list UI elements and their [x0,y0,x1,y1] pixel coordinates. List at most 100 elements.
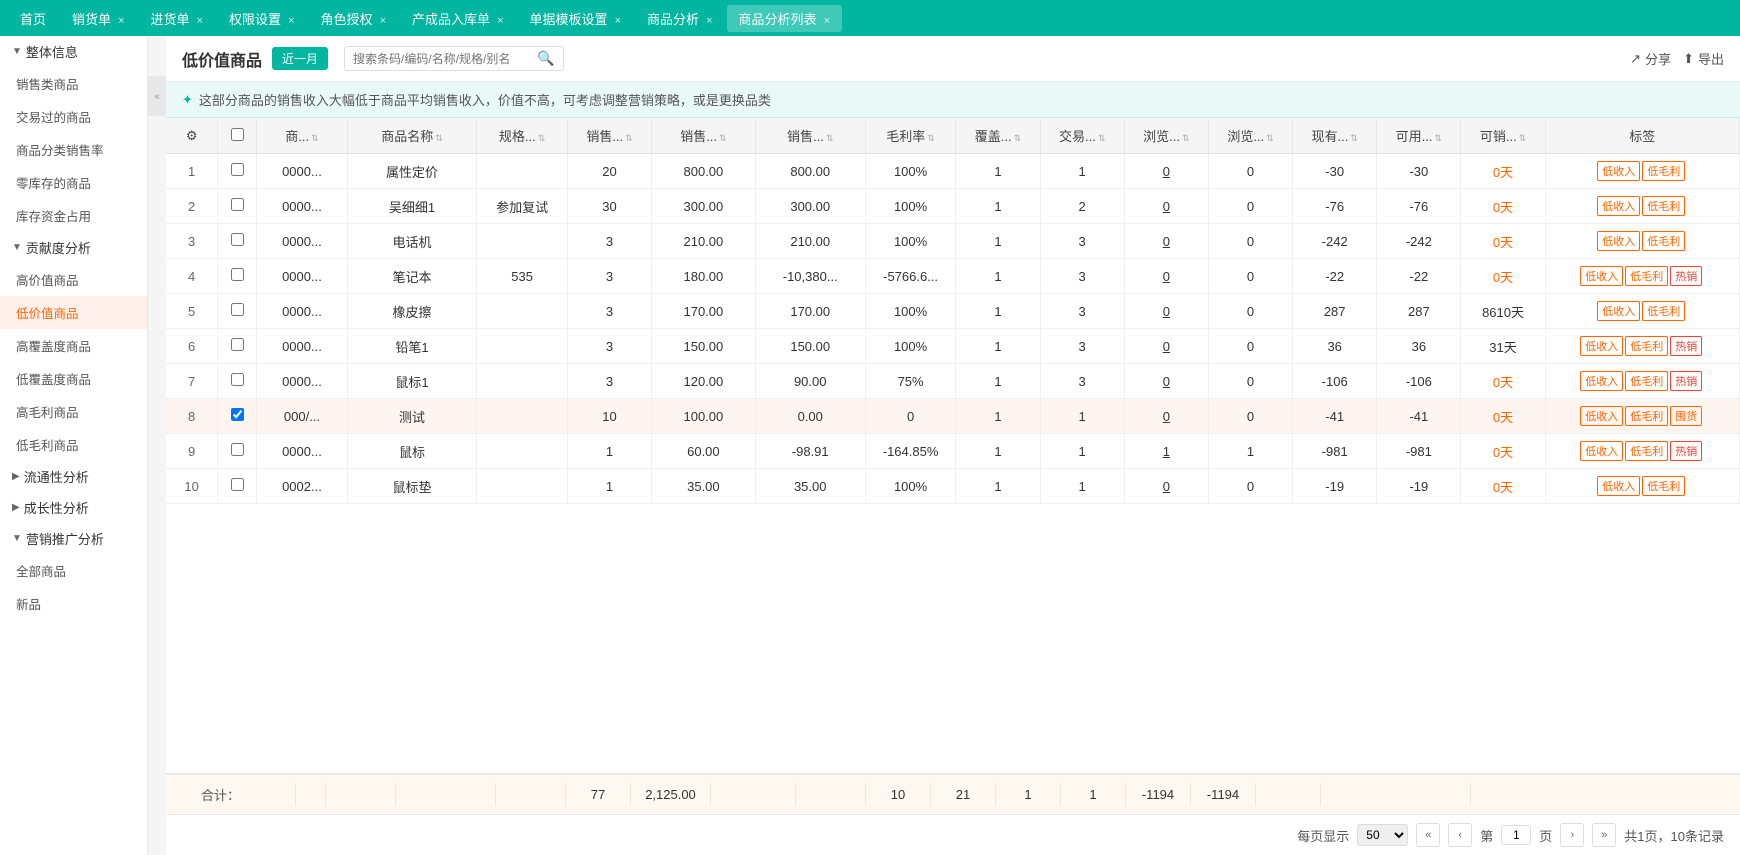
col-avail[interactable]: 可用...⇅ [1377,118,1461,154]
col-margin[interactable]: 毛利率⇅ [865,118,956,154]
view1-link[interactable]: 0 [1163,269,1170,284]
row-checkbox[interactable] [231,233,244,246]
row-checkbox[interactable] [231,268,244,281]
nav-role[interactable]: 角色授权 × [309,5,399,32]
sidebar-group-growth[interactable]: ▶ 成长性分析 [0,492,147,523]
sidebar-item-sales-goods[interactable]: 销售类商品 [0,67,147,100]
cell-checkbox[interactable] [218,364,257,399]
view1-link[interactable]: 0 [1163,479,1170,494]
view1-link[interactable]: 0 [1163,199,1170,214]
view1-link[interactable]: 0 [1163,164,1170,179]
row-checkbox[interactable] [231,478,244,491]
sidebar-item-high-margin[interactable]: 高毛利商品 [0,395,147,428]
cell-code: 0000... [257,189,348,224]
cell-margin: 100% [865,294,956,329]
sidebar-item-traded-goods[interactable]: 交易过的商品 [0,100,147,133]
view1-link[interactable]: 1 [1163,444,1170,459]
sidebar-item-high-coverage[interactable]: 高覆盖度商品 [0,329,147,362]
nav-analysis-list[interactable]: 商品分析列表 × [727,5,843,32]
col-code[interactable]: 商...⇅ [257,118,348,154]
col-sale1[interactable]: 销售...⇅ [652,118,756,154]
sidebar-item-high-value[interactable]: 高价值商品 [0,263,147,296]
sidebar-group-circulation[interactable]: ▶ 流通性分析 [0,461,147,492]
cell-checkbox[interactable] [218,329,257,364]
page-size-select[interactable]: 50 100 [1357,824,1408,846]
nav-template[interactable]: 单据模板设置 × [518,5,634,32]
nav-close-sales[interactable]: × [115,15,124,27]
sidebar-item-stock-fund[interactable]: 库存资金占用 [0,199,147,232]
nav-close-permission[interactable]: × [285,15,294,27]
cell-checkbox[interactable] [218,469,257,504]
view1-link[interactable]: 0 [1163,304,1170,319]
cell-checkbox[interactable] [218,224,257,259]
sidebar-item-low-value[interactable]: 低价值商品 [0,296,147,329]
footer-empty2 [296,783,326,806]
col-checkbox[interactable] [218,118,257,154]
search-icon[interactable]: 🔍 [537,50,554,67]
nav-close-analysis-list[interactable]: × [821,15,830,27]
table-area[interactable]: ⚙ 商...⇅ 商品名称⇅ 规格...⇅ 销售...⇅ 销售...⇅ 销售...… [166,118,1740,773]
page-input[interactable] [1501,825,1531,845]
col-view2[interactable]: 浏览...⇅ [1208,118,1292,154]
col-view1[interactable]: 浏览...⇅ [1124,118,1208,154]
col-sale2[interactable]: 销售...⇅ [755,118,865,154]
select-all-checkbox[interactable] [231,128,244,141]
sidebar-collapse-btn[interactable]: « [148,76,166,116]
nav-purchase[interactable]: 进货单 × [139,5,216,32]
cell-stock: -22 [1293,259,1377,294]
first-page-btn[interactable]: « [1416,823,1440,847]
last-page-btn[interactable]: » [1592,823,1616,847]
row-checkbox[interactable] [231,408,244,421]
nav-inbound[interactable]: 产成品入库单 × [400,5,516,32]
sidebar-item-all-goods[interactable]: 全部商品 [0,554,147,587]
row-checkbox[interactable] [231,373,244,386]
sidebar-item-zero-stock[interactable]: 零库存的商品 [0,166,147,199]
cell-checkbox[interactable] [218,434,257,469]
share-button[interactable]: ↗ 分享 [1630,49,1671,68]
row-checkbox[interactable] [231,303,244,316]
col-sellable[interactable]: 可销...⇅ [1461,118,1545,154]
sidebar-group-marketing[interactable]: ▼ 营销推广分析 [0,523,147,554]
cell-checkbox[interactable] [218,189,257,224]
nav-close-analysis[interactable]: × [703,15,712,27]
sidebar-item-low-margin[interactable]: 低毛利商品 [0,428,147,461]
sidebar-group-contribution[interactable]: ▼ 贡献度分析 [0,232,147,263]
sidebar-item-category-rate[interactable]: 商品分类销售率 [0,133,147,166]
nav-close-template[interactable]: × [612,15,621,27]
prev-page-btn[interactable]: ‹ [1448,823,1472,847]
next-page-btn[interactable]: › [1560,823,1584,847]
nav-permission[interactable]: 权限设置 × [217,5,307,32]
col-name[interactable]: 商品名称⇅ [347,118,477,154]
cell-checkbox[interactable] [218,294,257,329]
view1-link[interactable]: 0 [1163,234,1170,249]
row-checkbox[interactable] [231,163,244,176]
sidebar-group-overall[interactable]: ▼ 整体信息 [0,36,147,67]
nav-close-role[interactable]: × [377,15,386,27]
col-cover[interactable]: 覆盖...⇅ [956,118,1040,154]
row-checkbox[interactable] [231,198,244,211]
cell-code: 0000... [257,259,348,294]
row-checkbox[interactable] [231,338,244,351]
nav-close-inbound[interactable]: × [494,15,503,27]
view1-link[interactable]: 0 [1163,409,1170,424]
nav-home[interactable]: 首页 [8,5,58,32]
nav-close-purchase[interactable]: × [194,15,203,27]
period-button[interactable]: 近一月 [272,47,328,70]
search-input[interactable] [353,52,533,66]
view1-link[interactable]: 0 [1163,374,1170,389]
col-settings[interactable]: ⚙ [166,118,218,154]
col-stock[interactable]: 现有...⇅ [1293,118,1377,154]
cell-checkbox[interactable] [218,399,257,434]
view1-link[interactable]: 0 [1163,339,1170,354]
cell-checkbox[interactable] [218,154,257,189]
row-checkbox[interactable] [231,443,244,456]
cell-checkbox[interactable] [218,259,257,294]
sidebar-item-low-coverage[interactable]: 低覆盖度商品 [0,362,147,395]
sidebar-item-new-goods[interactable]: 新品 [0,587,147,620]
nav-analysis[interactable]: 商品分析 × [635,5,725,32]
export-button[interactable]: ⬆ 导出 [1683,49,1724,68]
nav-sales[interactable]: 销货单 × [60,5,137,32]
col-spec[interactable]: 规格...⇅ [477,118,568,154]
col-qty[interactable]: 销售...⇅ [567,118,651,154]
col-trade[interactable]: 交易...⇅ [1040,118,1124,154]
